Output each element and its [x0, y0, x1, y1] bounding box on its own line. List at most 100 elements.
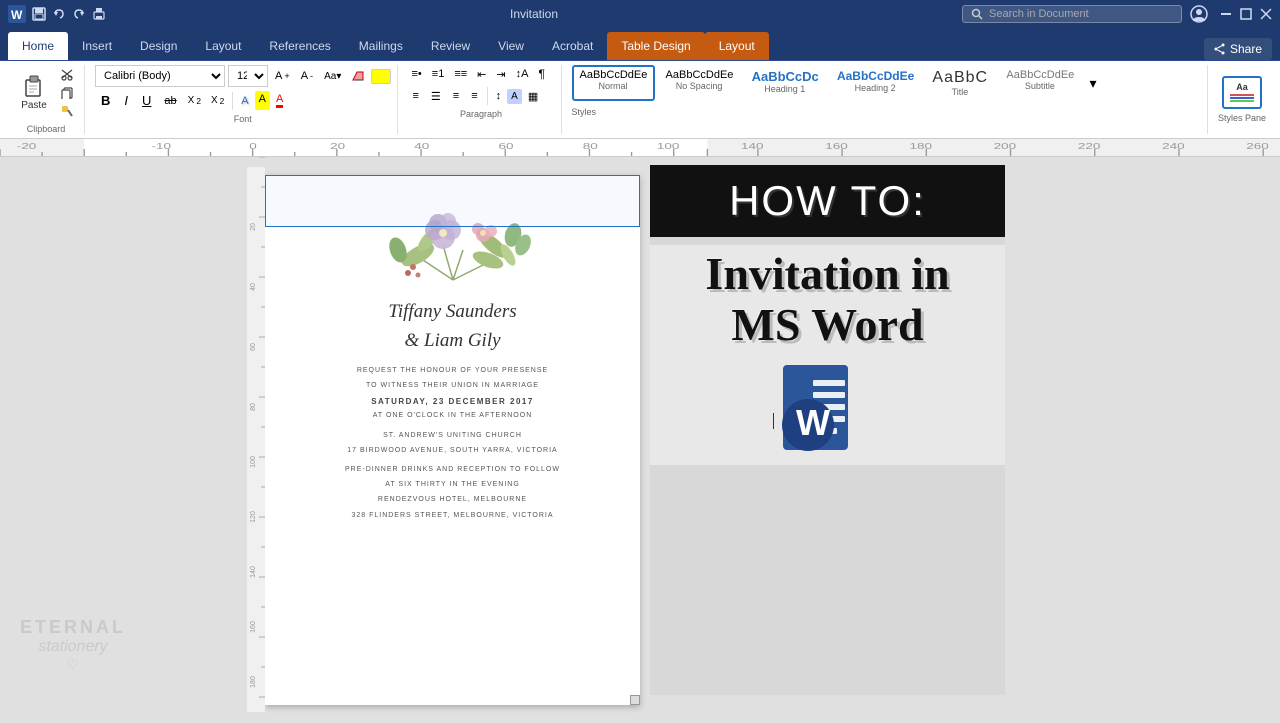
align-left-button[interactable]: ≡ [408, 88, 424, 104]
venue-address: 17 BIRDWOOD AVENUE, SOUTH YARRA, VICTORI… [295, 445, 610, 456]
font-shrink-button[interactable]: A- [297, 68, 317, 84]
redo-icon[interactable] [72, 7, 86, 21]
multilevel-list-button[interactable]: ≡≡ [450, 66, 471, 82]
tab-layout2[interactable]: Layout [705, 32, 769, 60]
title-search-box[interactable]: Search in Document [962, 5, 1182, 23]
tab-design[interactable]: Design [126, 32, 191, 60]
text-highlight-button[interactable]: ab [371, 69, 390, 84]
change-case-button[interactable]: Aa▾ [320, 69, 345, 84]
resize-handle[interactable] [630, 695, 640, 705]
document-title: Invitation [510, 7, 558, 21]
font-size-selector[interactable]: 12 11 14 16 18 [228, 65, 268, 87]
tab-review[interactable]: Review [417, 32, 484, 60]
style-no-spacing[interactable]: AaBbCcDdEe No Spacing [658, 65, 741, 101]
svg-text:-10: -10 [152, 143, 171, 152]
minimize-button[interactable] [1220, 8, 1232, 20]
save-icon[interactable] [32, 7, 46, 21]
style-normal[interactable]: AaBbCcDdEe Normal [572, 65, 655, 101]
copy-button[interactable] [56, 85, 78, 101]
subscript-button[interactable]: X2 [184, 93, 205, 108]
tab-row: Home Insert Design Layout References Mai… [0, 28, 1280, 60]
tab-insert[interactable]: Insert [68, 32, 126, 60]
svg-text:160: 160 [825, 143, 847, 152]
text-highlight-color-button[interactable]: A [255, 91, 270, 110]
line-spacing-button[interactable]: ↕ [492, 88, 506, 104]
tab-mailings[interactable]: Mailings [345, 32, 417, 60]
style-heading2[interactable]: AaBbCcDdEe Heading 2 [829, 65, 921, 101]
underline-button[interactable]: U [136, 91, 157, 110]
superscript-button[interactable]: X2 [207, 93, 228, 108]
tab-layout[interactable]: Layout [191, 32, 255, 60]
styles-pane-group: Aa Styles Pane [1212, 65, 1272, 134]
undo-icon[interactable] [52, 7, 66, 21]
ms-word-icon: W [778, 360, 878, 460]
tab-table-design[interactable]: Table Design [607, 32, 704, 60]
date-label: SATURDAY, 23 DECEMBER 2017 [295, 397, 610, 406]
eraser-icon [352, 70, 364, 82]
decrease-indent-button[interactable]: ⇤ [473, 66, 490, 83]
print-icon[interactable] [92, 7, 106, 21]
style-subtitle[interactable]: AaBbCcDdEe Subtitle [998, 65, 1081, 101]
show-hide-button[interactable]: ¶ [534, 65, 548, 83]
title-bar-right: Search in Document [962, 5, 1272, 23]
invitation-title-line2: MS Word [660, 300, 995, 351]
share-button[interactable]: Share [1204, 38, 1272, 60]
tab-view[interactable]: View [484, 32, 538, 60]
tab-acrobat[interactable]: Acrobat [538, 32, 607, 60]
shading-button[interactable]: A [507, 89, 522, 104]
svg-text:180: 180 [250, 676, 257, 688]
style-title[interactable]: AaBbC Title [924, 65, 995, 101]
watermark-symbol: ♡ [20, 656, 126, 673]
paste-label: Paste [21, 100, 47, 111]
bullets-button[interactable]: ≡• [408, 66, 426, 82]
svg-text:240: 240 [1162, 143, 1184, 152]
font-family-selector[interactable]: Calibri (Body) Arial Times New Roman [95, 65, 225, 87]
styles-group: AaBbCcDdEe Normal AaBbCcDdEe No Spacing … [566, 65, 1208, 134]
increase-indent-button[interactable]: ⇥ [492, 66, 509, 83]
svg-text:20: 20 [330, 143, 345, 152]
left-margin: 20 40 60 80 100 120 140 160 180 ETERNAL … [0, 157, 265, 723]
svg-text:260: 260 [1246, 143, 1268, 152]
font-group: Calibri (Body) Arial Times New Roman 12 … [89, 65, 398, 134]
maximize-button[interactable] [1240, 8, 1252, 20]
style-heading1[interactable]: AaBbCcDc Heading 1 [744, 65, 826, 101]
user-icon[interactable] [1190, 5, 1208, 23]
svg-text:160: 160 [250, 621, 257, 633]
text-effects-button[interactable]: A [237, 93, 252, 109]
page-inner: Tiffany Saunders & Liam Gily REQUEST THE… [265, 175, 640, 545]
more-styles-button[interactable]: ▾ [1084, 72, 1101, 95]
font-group-label: Font [95, 114, 391, 124]
cut-icon [61, 69, 73, 81]
borders-button[interactable]: ▦ [524, 88, 542, 105]
font-color-button[interactable]: A [272, 91, 287, 110]
ms-word-icon-container: W [660, 360, 995, 465]
reception-line1: PRE-DINNER DRINKS AND RECEPTION TO FOLLO… [295, 464, 610, 475]
italic-button[interactable]: I [118, 91, 134, 110]
strikethrough-button[interactable]: ab [159, 93, 181, 109]
invitation-title-line1: Invitation in [660, 249, 995, 300]
svg-text:0: 0 [249, 143, 257, 152]
sort-button[interactable]: ↕A [512, 66, 533, 82]
tab-references[interactable]: References [255, 32, 344, 60]
close-button[interactable] [1260, 8, 1272, 20]
numbering-button[interactable]: ≡1 [428, 66, 449, 82]
paste-button[interactable]: Paste [14, 65, 54, 120]
align-right-button[interactable]: ≡ [448, 88, 464, 104]
style-heading2-preview: AaBbCcDdEe [837, 69, 913, 83]
video-overlay: HOW TO: Invitation in MS Word [650, 165, 1005, 695]
cut-button[interactable] [56, 67, 78, 83]
clear-formatting-button[interactable] [348, 68, 368, 84]
svg-text:140: 140 [741, 143, 763, 152]
justify-button[interactable]: ≡ [466, 88, 482, 104]
styles-pane-button[interactable]: Aa [1222, 76, 1262, 109]
request-line2: TO WITNESS THEIR UNION IN MARRIAGE [295, 380, 610, 391]
watermark-line1: ETERNAL [20, 617, 126, 638]
page[interactable]: ✛ [265, 175, 640, 705]
bold-button[interactable]: B [95, 91, 116, 110]
format-painter-button[interactable] [56, 103, 78, 119]
svg-text:20: 20 [250, 223, 257, 231]
align-center-button[interactable]: ☰ [426, 88, 446, 105]
font-grow-button[interactable]: A+ [271, 68, 294, 84]
invite-request: REQUEST THE HONOUR OF YOUR PRESENSE TO W… [295, 365, 610, 391]
tab-home[interactable]: Home [8, 32, 68, 60]
